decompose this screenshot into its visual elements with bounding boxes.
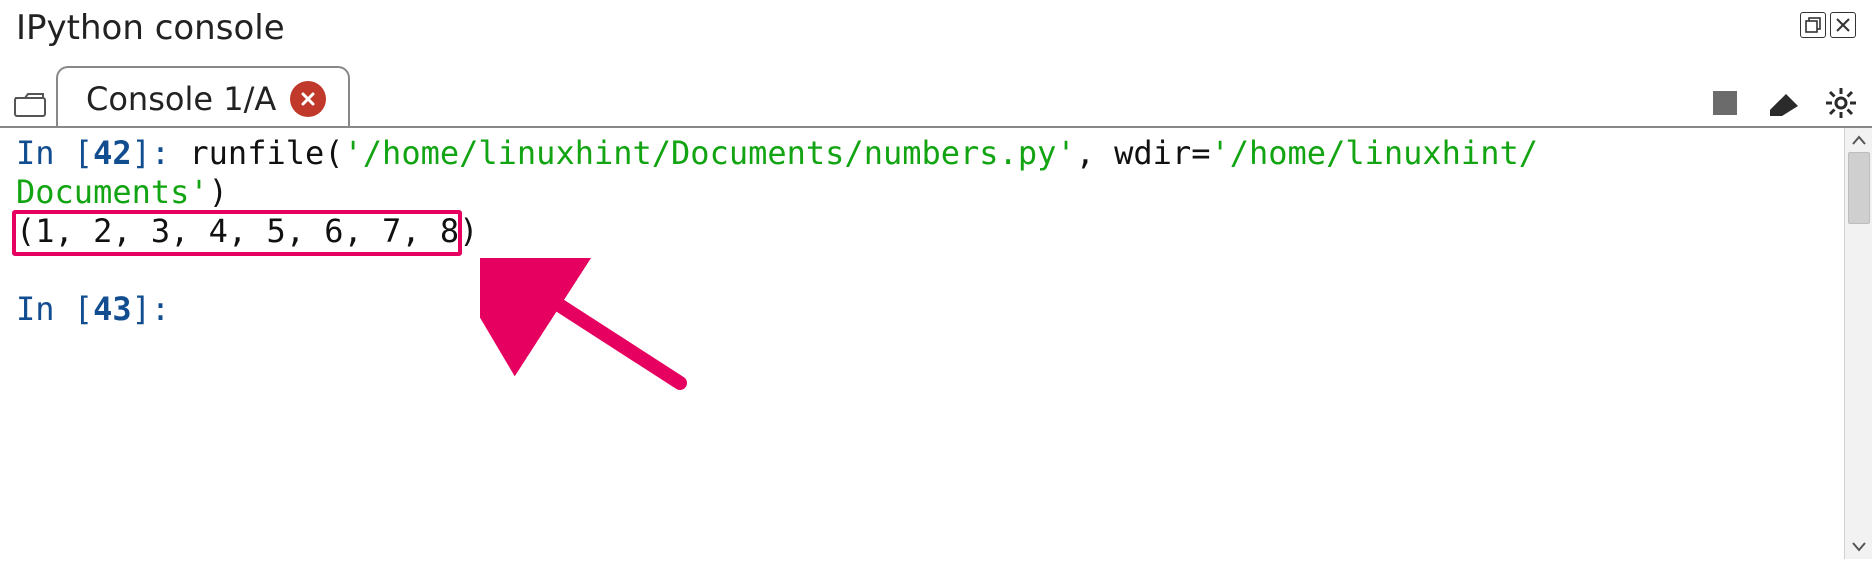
gear-icon [1824,86,1858,120]
restore-window-button[interactable] [1800,12,1826,38]
chevron-up-icon [1852,135,1866,145]
prompt-close: ]: [132,134,190,172]
tab-bar: Console 1/A [0,52,1872,126]
tab-label: Console 1/A [86,80,276,118]
scroll-up-button[interactable] [1845,128,1872,152]
tab-console-1a[interactable]: Console 1/A [56,66,350,128]
eraser-icon [1762,88,1802,118]
stop-icon [1710,88,1740,118]
output-line: (1, 2, 3, 4, 5, 6, 7, 8) [16,212,478,250]
prompt-number: 43 [93,290,132,328]
scroll-thumb[interactable] [1848,152,1870,224]
scroll-down-button[interactable] [1845,535,1872,559]
prompt-in: In [ [16,290,93,328]
prompt-in: In [ [16,134,93,172]
close-panel-button[interactable] [1830,12,1856,38]
vertical-scrollbar[interactable] [1844,128,1872,559]
folder-icon [13,92,47,118]
code-close: ) [209,173,228,211]
stop-kernel-button[interactable] [1710,88,1740,118]
code-string: Documents' [16,173,209,211]
browse-tabs-button[interactable] [12,90,48,120]
restore-icon [1805,17,1821,33]
console-settings-button[interactable] [1824,86,1858,120]
console-output[interactable]: In [42]: runfile('/home/linuxhint/Docume… [0,128,1872,559]
code-func: runfile( [189,134,343,172]
chevron-down-icon [1852,542,1866,552]
code-string: '/home/linuxhint/Documents/numbers.py' [344,134,1076,172]
tab-close-button[interactable] [290,81,326,117]
window-controls [1800,12,1856,38]
clear-console-button[interactable] [1762,88,1802,118]
panel-title: IPython console [16,8,285,48]
code-string: '/home/linuxhint/ [1210,134,1538,172]
prompt-number: 42 [93,134,132,172]
close-icon [299,90,317,108]
prompt-close: ]: [132,290,171,328]
close-icon [1835,17,1851,33]
code-sep: , wdir= [1076,134,1211,172]
